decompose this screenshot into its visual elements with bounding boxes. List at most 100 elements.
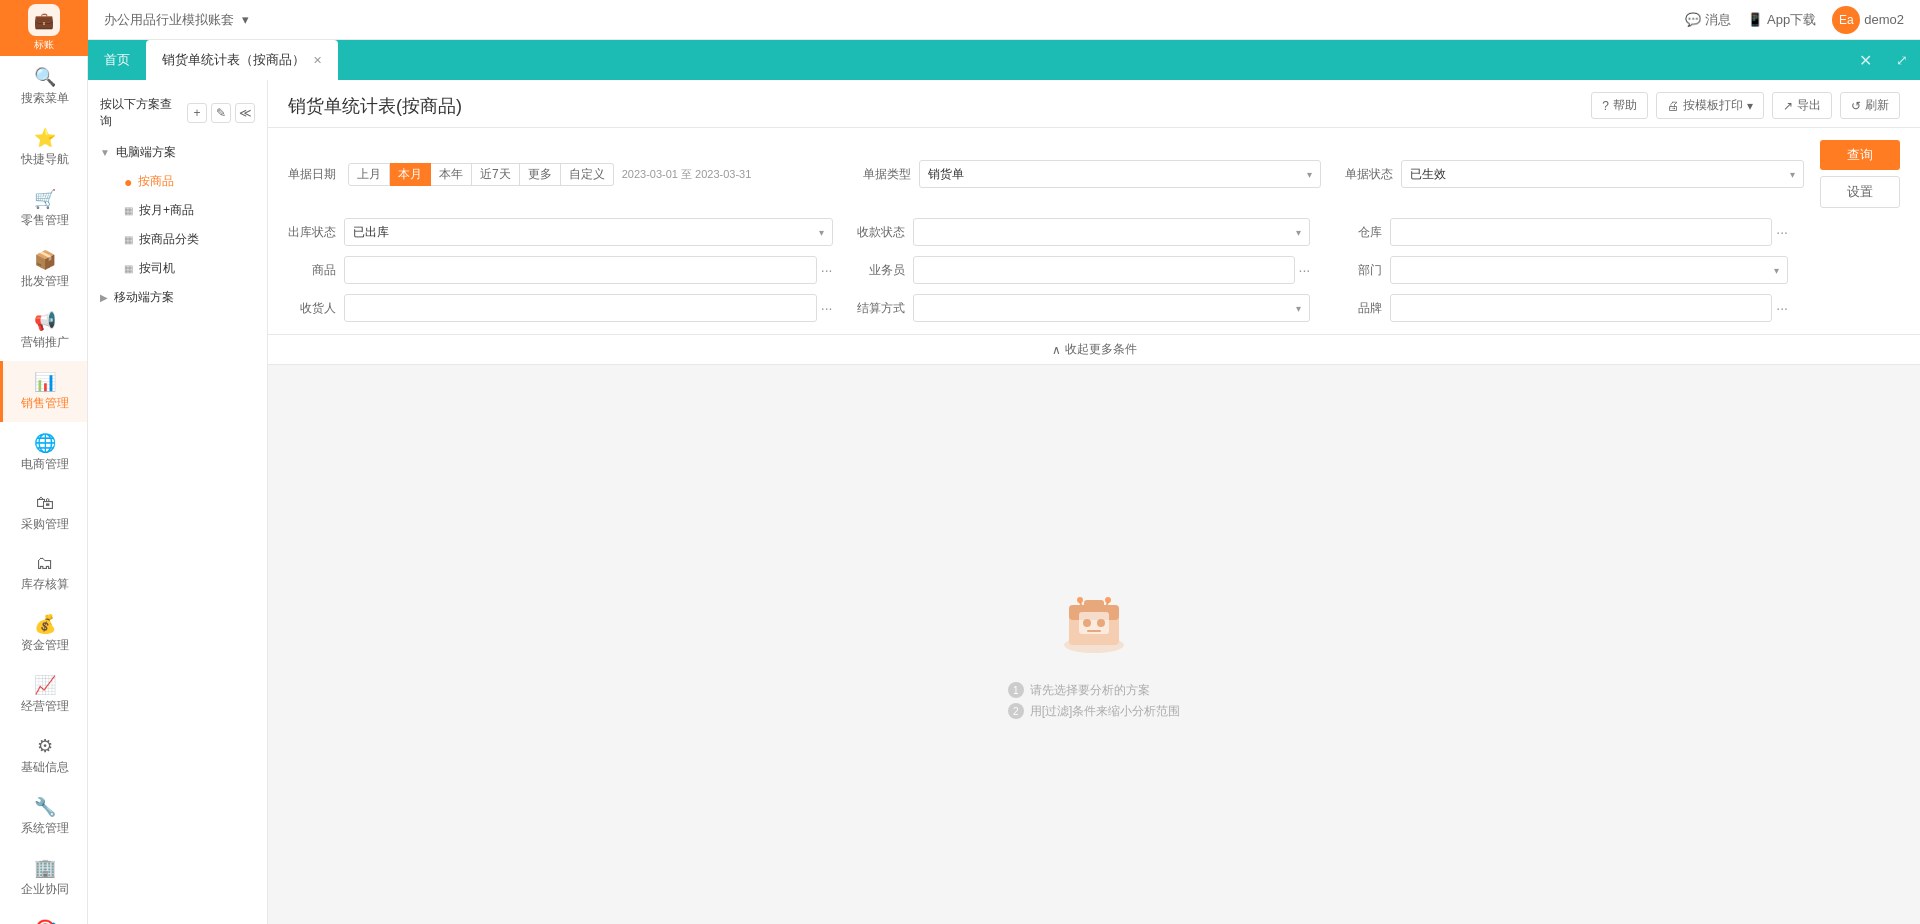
bill-date-label: 单据日期 — [288, 166, 336, 183]
print-btn[interactable]: 🖨 按模板打印 ▾ — [1656, 92, 1764, 119]
department-label: 部门 — [1334, 262, 1382, 279]
out-status-field: 出库状态 已出库 ▾ — [288, 218, 833, 246]
workspace-dropdown-icon[interactable]: ▾ — [242, 12, 249, 27]
department-field: 部门 ▾ — [1334, 256, 1788, 284]
logo-icon: 💼 — [28, 4, 60, 36]
warehouse-dots[interactable]: ··· — [1776, 224, 1788, 240]
settlement-field: 结算方式 ▾ — [857, 294, 1311, 322]
message-btn[interactable]: 💬 消息 — [1685, 11, 1731, 29]
sidebar-item-basic[interactable]: ⚙ 基础信息 — [0, 725, 87, 786]
sidebar-item-finance[interactable]: 💰 资金管理 — [0, 603, 87, 664]
workspace-selector[interactable]: 办公用品行业模拟账套 ▾ — [104, 11, 249, 29]
bill-type-label: 单据类型 — [863, 166, 911, 183]
sidebar-item-wholesale[interactable]: 📦 批发管理 — [0, 239, 87, 300]
tab-close-window-icon[interactable]: ✕ — [1847, 51, 1884, 70]
marketing-icon: 📢 — [34, 310, 56, 332]
tree-item-by-category[interactable]: ▦ 按商品分类 — [104, 225, 267, 254]
sidebar-item-enterprise[interactable]: 🏢 企业协同 — [0, 847, 87, 908]
brand-dots[interactable]: ··· — [1776, 300, 1788, 316]
brand-input[interactable] — [1390, 294, 1772, 322]
app-download-btn[interactable]: 📱 App下载 — [1747, 11, 1816, 29]
page-title-bar: 销货单统计表(按商品) ? 帮助 🖨 按模板打印 ▾ ↗ 导出 — [268, 80, 1920, 128]
sidebar-item-purchase[interactable]: 🛍 采购管理 — [0, 483, 87, 543]
filter-row-1: 单据日期 上月 本月 本年 近7天 更多 自定义 2023-03-01 至 20… — [288, 140, 1900, 208]
step-2-icon: 2 — [1008, 703, 1024, 719]
add-scheme-btn[interactable]: + — [187, 103, 207, 123]
sidebar-item-search[interactable]: 🔍 搜索菜单 — [0, 56, 87, 117]
sidebar-item-label: 资金管理 — [21, 637, 69, 654]
out-status-label: 出库状态 — [288, 224, 336, 241]
sidebar-item-operation[interactable]: 📈 经营管理 — [0, 664, 87, 725]
settings-btn[interactable]: 设置 — [1820, 176, 1900, 208]
empty-hints: 1 请先选择要分析的方案 2 用[过滤]条件来缩小分析范围 — [1008, 682, 1181, 720]
sales-icon: 📊 — [34, 371, 56, 393]
tab-maximize-icon[interactable]: ⤢ — [1884, 52, 1920, 68]
date-btn-last-month[interactable]: 上月 — [348, 163, 390, 186]
product-dots[interactable]: ··· — [821, 262, 833, 278]
tree-item-by-month-product[interactable]: ▦ 按月+商品 — [104, 196, 267, 225]
date-btn-this-year[interactable]: 本年 — [431, 163, 472, 186]
filter-row-2: 出库状态 已出库 ▾ 收款状态 ▾ 仓库 — [288, 218, 1900, 246]
app-logo[interactable]: 💼 标账 — [0, 0, 88, 56]
collapse-scheme-btn[interactable]: ≪ — [235, 103, 255, 123]
empty-illustration — [1044, 570, 1144, 670]
collapse-label: 收起更多条件 — [1065, 341, 1137, 358]
sidebar-item-system[interactable]: 🔧 系统管理 — [0, 786, 87, 847]
settlement-label: 结算方式 — [857, 300, 905, 317]
svg-rect-7 — [1087, 630, 1101, 632]
bill-type-select[interactable]: 销货单 ▾ — [919, 160, 1322, 188]
user-menu[interactable]: Ea demo2 — [1832, 6, 1904, 34]
warehouse-input[interactable] — [1390, 218, 1772, 246]
tree-mobile-parent[interactable]: ▶ 移动端方案 — [88, 283, 267, 312]
sidebar-item-inventory[interactable]: 🗂 库存核算 — [0, 543, 87, 603]
receiver-dots[interactable]: ··· — [821, 300, 833, 316]
top-header: 办公用品行业模拟账套 ▾ 💬 消息 📱 App下载 Ea demo2 — [88, 0, 1920, 40]
export-btn[interactable]: ↗ 导出 — [1772, 92, 1832, 119]
product-field: 商品 ··· — [288, 256, 833, 284]
receipt-status-select[interactable]: ▾ — [913, 218, 1311, 246]
tab-bar: 首页 销货单统计表（按商品） ✕ ✕ ⤢ — [88, 40, 1920, 80]
department-select[interactable]: ▾ — [1390, 256, 1788, 284]
tree-item-by-cashier[interactable]: ▦ 按司机 — [104, 254, 267, 283]
tree-item-icon: ▦ — [124, 234, 133, 245]
collapse-bar[interactable]: ∧ 收起更多条件 — [268, 335, 1920, 365]
sidebar-item-marketing[interactable]: 📢 营销推广 — [0, 300, 87, 361]
sidebar-item-quicknav[interactable]: ⭐ 快捷导航 — [0, 117, 87, 178]
search-btn[interactable]: 查询 — [1820, 140, 1900, 170]
tree-pc-parent[interactable]: ▼ 电脑端方案 — [88, 138, 267, 167]
tree-item-icon: ▦ — [124, 263, 133, 274]
settlement-select[interactable]: ▾ — [913, 294, 1311, 322]
search-btn-group: 查询 设置 — [1820, 140, 1900, 208]
tab-home[interactable]: 首页 — [88, 40, 146, 80]
tree-item-by-product[interactable]: ● 按商品 — [104, 167, 267, 196]
sidebar-item-label: 企业协同 — [21, 881, 69, 898]
operation-icon: 📈 — [34, 674, 56, 696]
date-btn-custom[interactable]: 自定义 — [561, 163, 614, 186]
sidebar-nav: 🔍 搜索菜单 ⭐ 快捷导航 🛒 零售管理 📦 批发管理 📢 营销推广 📊 销售管… — [0, 56, 87, 924]
bill-status-select[interactable]: 已生效 ▾ — [1401, 160, 1804, 188]
print-label: 按模板打印 — [1683, 97, 1743, 114]
tab-sales-stats[interactable]: 销货单统计表（按商品） ✕ — [146, 40, 338, 80]
date-btn-more[interactable]: 更多 — [520, 163, 561, 186]
print-icon: 🖨 — [1667, 99, 1679, 113]
edit-scheme-btn[interactable]: ✎ — [211, 103, 231, 123]
date-btn-7days[interactable]: 近7天 — [472, 163, 520, 186]
tab-close-icon[interactable]: ✕ — [313, 54, 322, 67]
sidebar-item-retail[interactable]: 🛒 零售管理 — [0, 178, 87, 239]
search-icon: 🔍 — [34, 66, 56, 88]
help-btn[interactable]: ? 帮助 — [1591, 92, 1648, 119]
product-input[interactable] — [344, 256, 817, 284]
filter-form: 单据日期 上月 本月 本年 近7天 更多 自定义 2023-03-01 至 20… — [268, 128, 1920, 335]
salesperson-input[interactable] — [913, 256, 1295, 284]
brand-label: 品牌 — [1334, 300, 1382, 317]
settlement-dropdown-icon: ▾ — [1296, 303, 1301, 314]
sidebar-item-label: 搜索菜单 — [21, 90, 69, 107]
out-status-select[interactable]: 已出库 ▾ — [344, 218, 833, 246]
receiver-input[interactable] — [344, 294, 817, 322]
salesperson-dots[interactable]: ··· — [1299, 262, 1311, 278]
sidebar-item-sales[interactable]: 📊 销售管理 — [0, 361, 87, 422]
refresh-btn[interactable]: ↺ 刷新 — [1840, 92, 1900, 119]
sidebar-item-ecommerce[interactable]: 🌐 电商管理 — [0, 422, 87, 483]
date-btn-this-month[interactable]: 本月 — [390, 163, 431, 186]
sidebar-item-newbie[interactable]: 🎯 新手引导 — [0, 908, 87, 924]
